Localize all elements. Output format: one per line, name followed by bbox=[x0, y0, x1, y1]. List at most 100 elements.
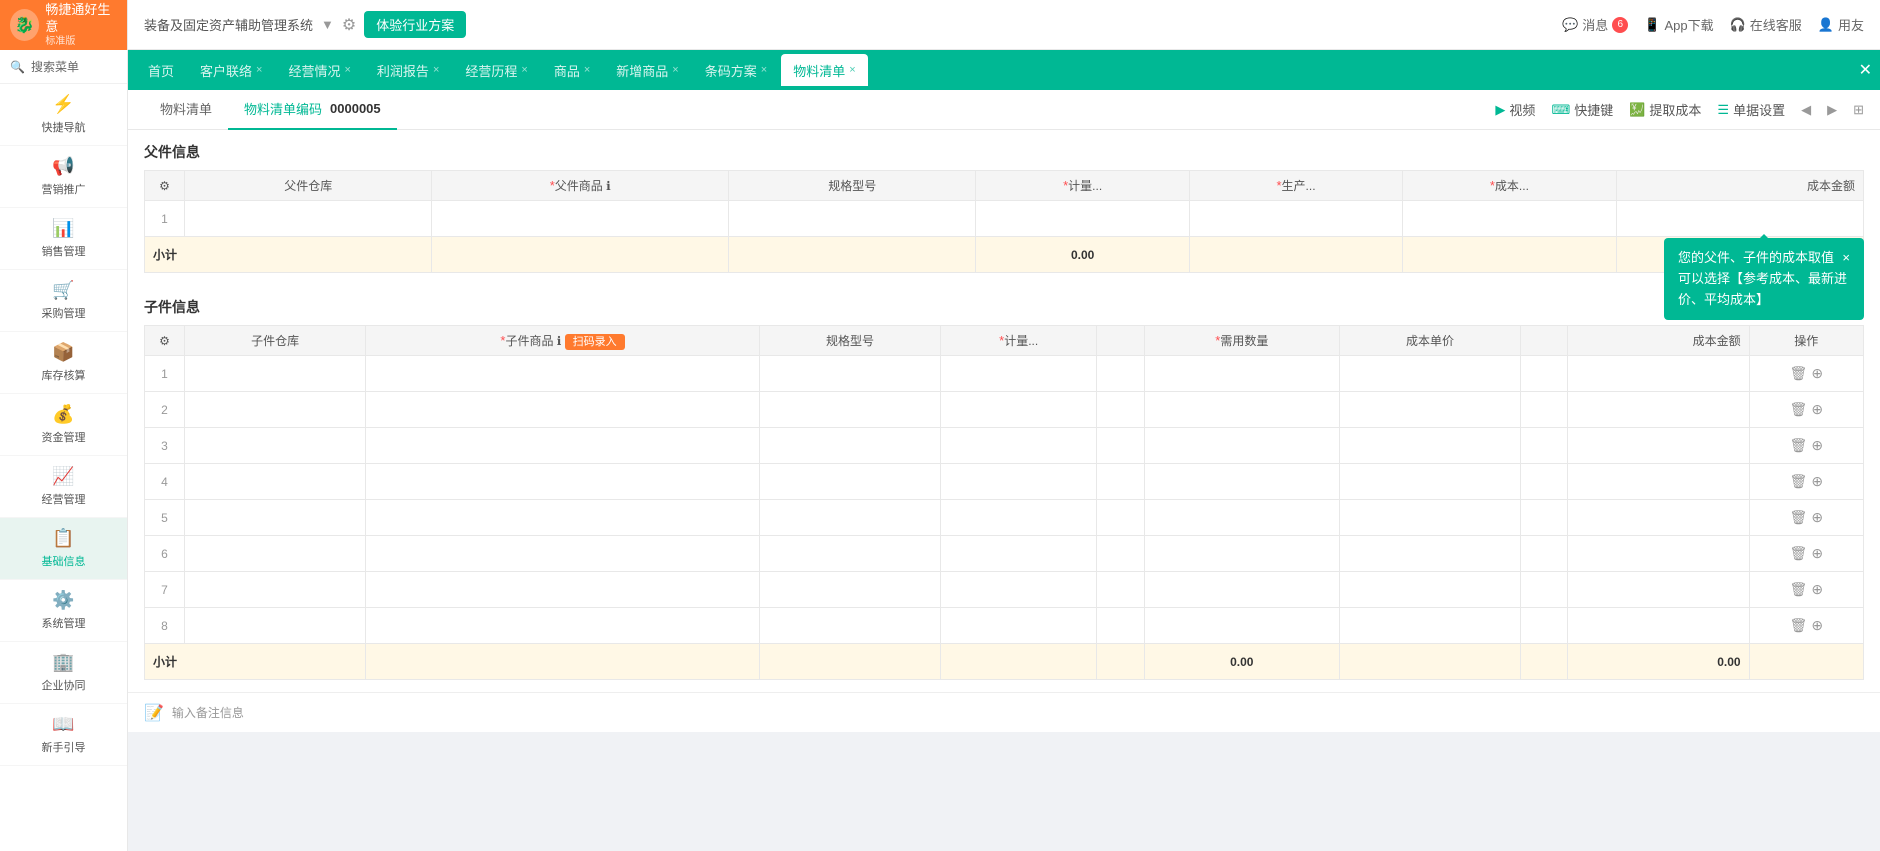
child-unitcost-5[interactable] bbox=[1339, 500, 1520, 536]
nav-tab-close-new-goods[interactable]: × bbox=[672, 64, 678, 76]
nav-tab-home[interactable]: 首页 bbox=[136, 54, 186, 86]
child-spec-3[interactable] bbox=[759, 428, 940, 464]
delete-icon-7[interactable]: 🗑 bbox=[1790, 581, 1808, 598]
child-warehouse-7[interactable] bbox=[185, 572, 366, 608]
copy-icon-5[interactable]: ⊕ bbox=[1811, 509, 1823, 526]
child-unit-2[interactable] bbox=[941, 392, 1097, 428]
child-unitcost-6[interactable] bbox=[1339, 536, 1520, 572]
child-unit-3[interactable] bbox=[941, 428, 1097, 464]
child-spec-6[interactable] bbox=[759, 536, 940, 572]
child-spec-4[interactable] bbox=[759, 464, 940, 500]
child-warehouse-5[interactable] bbox=[185, 500, 366, 536]
nav-tab-barcode[interactable]: 条码方案 × bbox=[693, 54, 779, 86]
parent-production-1[interactable] bbox=[1189, 201, 1402, 237]
child-unitcost-8[interactable] bbox=[1339, 608, 1520, 644]
sidebar-item-purchase[interactable]: 🛒采购管理 bbox=[0, 270, 127, 332]
child-goods-6[interactable] bbox=[366, 536, 760, 572]
parent-amount-1[interactable] bbox=[1616, 201, 1863, 237]
child-unit-5[interactable] bbox=[941, 500, 1097, 536]
nav-tab-close-bom[interactable]: × bbox=[849, 64, 855, 76]
delete-icon-6[interactable]: 🗑 bbox=[1790, 545, 1808, 562]
child-amount-3[interactable] bbox=[1568, 428, 1749, 464]
child-unitcost-3[interactable] bbox=[1339, 428, 1520, 464]
child-qty-4[interactable] bbox=[1144, 464, 1339, 500]
child-warehouse-6[interactable] bbox=[185, 536, 366, 572]
child-warehouse-1[interactable] bbox=[185, 356, 366, 392]
child-unitcost-4[interactable] bbox=[1339, 464, 1520, 500]
child-unit-1[interactable] bbox=[941, 356, 1097, 392]
child-qty-3[interactable] bbox=[1144, 428, 1339, 464]
settings-icon[interactable]: ⚙ bbox=[342, 15, 356, 35]
shortcut-button[interactable]: ⌨ 快捷键 bbox=[1551, 100, 1613, 119]
try-button[interactable]: 体验行业方案 bbox=[364, 11, 466, 38]
nav-tab-customer[interactable]: 客户联络 × bbox=[188, 54, 274, 86]
tab-bom-list[interactable]: 物料清单 bbox=[144, 90, 228, 130]
child-unitcost-2[interactable] bbox=[1339, 392, 1520, 428]
child-qty-7[interactable] bbox=[1144, 572, 1339, 608]
sidebar-item-basic[interactable]: 📋基础信息 bbox=[0, 518, 127, 580]
child-goods-4[interactable] bbox=[366, 464, 760, 500]
sidebar-item-inventory[interactable]: 📦库存核算 bbox=[0, 332, 127, 394]
cost-button[interactable]: 💹 提取成本 bbox=[1629, 100, 1701, 119]
nav-prev-icon[interactable]: ◀ bbox=[1801, 102, 1811, 118]
sidebar-item-quick-nav[interactable]: ⚡快捷导航 bbox=[0, 84, 127, 146]
close-all-tabs[interactable]: ✕ bbox=[1859, 60, 1872, 80]
child-goods-8[interactable] bbox=[366, 608, 760, 644]
sidebar-item-system[interactable]: ⚙️系统管理 bbox=[0, 580, 127, 642]
child-spec-8[interactable] bbox=[759, 608, 940, 644]
parent-unit-1[interactable] bbox=[976, 201, 1189, 237]
child-unitcost-1[interactable] bbox=[1339, 356, 1520, 392]
copy-icon-7[interactable]: ⊕ bbox=[1811, 581, 1823, 598]
child-amount-5[interactable] bbox=[1568, 500, 1749, 536]
copy-icon-4[interactable]: ⊕ bbox=[1811, 473, 1823, 490]
message-button[interactable]: 💬 消息 6 bbox=[1562, 15, 1628, 34]
tab-bom-code[interactable]: 物料清单编码 0000005 bbox=[228, 90, 397, 130]
child-amount-1[interactable] bbox=[1568, 356, 1749, 392]
dropdown-icon[interactable]: ▼ bbox=[321, 17, 334, 32]
nav-tab-close-customer[interactable]: × bbox=[256, 64, 262, 76]
parent-warehouse-1[interactable] bbox=[185, 201, 432, 237]
child-amount-8[interactable] bbox=[1568, 608, 1749, 644]
delete-icon-3[interactable]: 🗑 bbox=[1790, 437, 1808, 454]
copy-icon-1[interactable]: ⊕ bbox=[1811, 365, 1823, 382]
child-spec-5[interactable] bbox=[759, 500, 940, 536]
child-amount-4[interactable] bbox=[1568, 464, 1749, 500]
child-warehouse-3[interactable] bbox=[185, 428, 366, 464]
parent-spec-1[interactable] bbox=[729, 201, 976, 237]
child-goods-1[interactable] bbox=[366, 356, 760, 392]
tooltip-close-button[interactable]: × bbox=[1842, 248, 1850, 269]
child-spec-2[interactable] bbox=[759, 392, 940, 428]
child-amount-7[interactable] bbox=[1568, 572, 1749, 608]
child-qty-8[interactable] bbox=[1144, 608, 1339, 644]
child-unit-8[interactable] bbox=[941, 608, 1097, 644]
nav-tab-close-barcode[interactable]: × bbox=[761, 64, 767, 76]
copy-icon-3[interactable]: ⊕ bbox=[1811, 437, 1823, 454]
sidebar-item-finance[interactable]: 💰资金管理 bbox=[0, 394, 127, 456]
child-unitcost-7[interactable] bbox=[1339, 572, 1520, 608]
nav-next-icon[interactable]: ▶ bbox=[1827, 102, 1837, 118]
child-unit-7[interactable] bbox=[941, 572, 1097, 608]
child-unit-6[interactable] bbox=[941, 536, 1097, 572]
child-warehouse-8[interactable] bbox=[185, 608, 366, 644]
search-menu[interactable]: 🔍 搜索菜单 bbox=[0, 50, 127, 84]
child-qty-6[interactable] bbox=[1144, 536, 1339, 572]
parent-goods-1[interactable] bbox=[432, 201, 729, 237]
child-qty-1[interactable] bbox=[1144, 356, 1339, 392]
nav-tab-operation-status[interactable]: 经营情况 × bbox=[276, 54, 362, 86]
child-spec-1[interactable] bbox=[759, 356, 940, 392]
child-qty-2[interactable] bbox=[1144, 392, 1339, 428]
sidebar-item-sales[interactable]: 📊销售管理 bbox=[0, 208, 127, 270]
delete-icon-8[interactable]: 🗑 bbox=[1790, 617, 1808, 634]
nav-tab-bom[interactable]: 物料清单 × bbox=[781, 54, 867, 86]
sidebar-item-marketing[interactable]: 📢营销推广 bbox=[0, 146, 127, 208]
parent-col-setting[interactable]: ⚙ bbox=[145, 171, 185, 201]
sidebar-item-guide[interactable]: 📖新手引导 bbox=[0, 704, 127, 766]
nav-tab-new-goods[interactable]: 新增商品 × bbox=[604, 54, 690, 86]
child-goods-7[interactable] bbox=[366, 572, 760, 608]
user-button[interactable]: 👤 用友 bbox=[1818, 15, 1864, 34]
child-goods-2[interactable] bbox=[366, 392, 760, 428]
copy-icon-8[interactable]: ⊕ bbox=[1811, 617, 1823, 634]
nav-tab-history[interactable]: 经营历程 × bbox=[453, 54, 539, 86]
copy-icon-2[interactable]: ⊕ bbox=[1811, 401, 1823, 418]
nav-tab-close-goods[interactable]: × bbox=[584, 64, 590, 76]
